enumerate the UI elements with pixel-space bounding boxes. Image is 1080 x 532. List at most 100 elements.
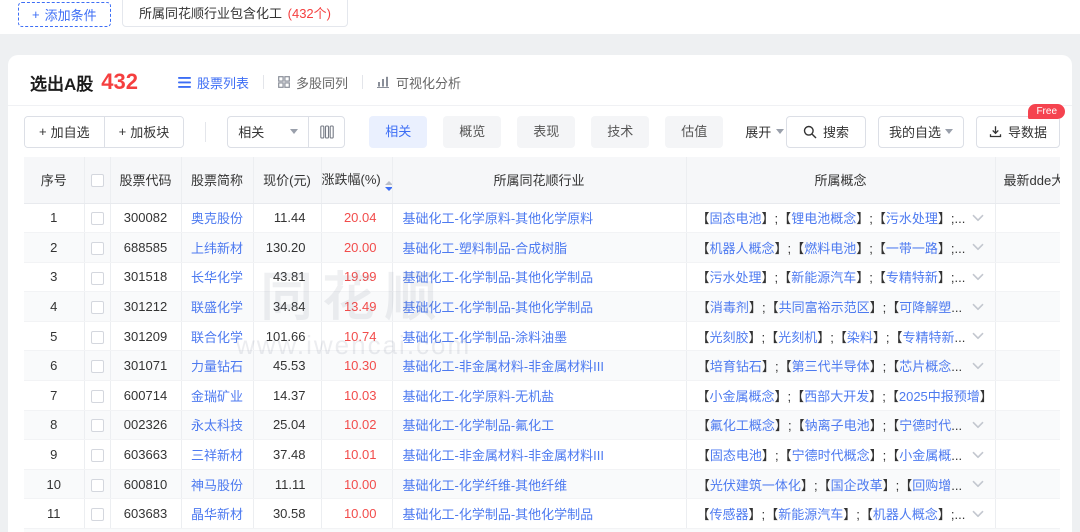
- column-config-button[interactable]: [308, 117, 344, 147]
- concept-link[interactable]: 宁德时代概念: [792, 448, 870, 463]
- tab-表现[interactable]: 表现: [517, 116, 575, 148]
- add-watchlist-button[interactable]: + 加自选: [25, 117, 104, 147]
- my-watchlist-dropdown[interactable]: 我的自选: [878, 116, 964, 148]
- tab-估值[interactable]: 估值: [665, 116, 723, 148]
- concept-link[interactable]: 新能源汽车: [778, 507, 843, 522]
- industry-link[interactable]: 基础化工-非金属材料-非金属材料III: [403, 448, 605, 463]
- concept-link[interactable]: 国企改革: [831, 478, 883, 493]
- industry-link[interactable]: 基础化工-塑料制品-合成树脂: [403, 241, 568, 256]
- industry-link[interactable]: 基础化工-化学原料-其他化学原料: [403, 211, 594, 226]
- condition-tab[interactable]: 所属同花顺行业包含化工 (432个): [122, 0, 348, 27]
- concept-link[interactable]: 可降解塑: [899, 300, 951, 315]
- concept-link[interactable]: 宁德时代: [899, 418, 951, 433]
- tab-技术[interactable]: 技术: [591, 116, 649, 148]
- sort-icon[interactable]: [385, 181, 392, 191]
- concept-link[interactable]: 西部大开发: [804, 389, 869, 404]
- industry-link[interactable]: 基础化工-化学制品-其他化学制品: [403, 270, 594, 285]
- stock-name-link[interactable]: 三祥新材: [191, 448, 243, 463]
- stock-name-link[interactable]: 永太科技: [191, 418, 243, 433]
- view-tab-multi[interactable]: 多股同列: [264, 73, 362, 92]
- stock-name-link[interactable]: 金瑞矿业: [191, 389, 243, 404]
- concept-link[interactable]: 一带一路: [886, 241, 938, 256]
- stock-name-link[interactable]: 奥克股份: [191, 211, 243, 226]
- dde-cell: [995, 321, 1060, 351]
- stock-change: 20.00: [321, 233, 392, 263]
- row-checkbox[interactable]: [91, 331, 104, 344]
- add-condition-button[interactable]: + 添加条件: [18, 2, 111, 27]
- concept-link[interactable]: 光刻胶: [710, 330, 749, 345]
- stock-name-link[interactable]: 联盛化学: [191, 300, 243, 315]
- industry-link[interactable]: 基础化工-化学制品-氟化工: [403, 418, 555, 433]
- chevron-down-icon[interactable]: [972, 244, 984, 251]
- chevron-down-icon[interactable]: [972, 510, 984, 517]
- chevron-down-icon[interactable]: [972, 451, 984, 458]
- concept-link[interactable]: 传感器: [710, 507, 749, 522]
- concept-link[interactable]: 小金属概: [899, 448, 951, 463]
- stock-name-link[interactable]: 力量钻石: [191, 359, 243, 374]
- row-checkbox[interactable]: [91, 272, 104, 285]
- concept-link[interactable]: 氟化工概念: [710, 418, 775, 433]
- stock-name-link[interactable]: 长华化学: [191, 270, 243, 285]
- concept-link[interactable]: 锂电池概念: [791, 211, 856, 226]
- row-checkbox[interactable]: [91, 390, 104, 403]
- chevron-down-icon[interactable]: [972, 303, 984, 310]
- chevron-down-icon[interactable]: [972, 421, 984, 428]
- row-checkbox[interactable]: [91, 449, 104, 462]
- concept-link[interactable]: 光伏建筑一体化: [710, 478, 801, 493]
- chevron-down-icon[interactable]: [972, 480, 984, 487]
- tab-概览[interactable]: 概览: [443, 116, 501, 148]
- industry-link[interactable]: 基础化工-化学纤维-其他纤维: [403, 478, 568, 493]
- row-checkbox[interactable]: [91, 242, 104, 255]
- stock-name-link[interactable]: 上纬新材: [191, 241, 243, 256]
- chevron-down-icon[interactable]: [972, 214, 984, 221]
- chevron-down-icon[interactable]: [972, 273, 984, 280]
- concept-link[interactable]: 专精特新: [886, 270, 938, 285]
- row-checkbox[interactable]: [91, 360, 104, 373]
- row-checkbox[interactable]: [91, 212, 104, 225]
- chevron-down-icon[interactable]: [972, 332, 984, 339]
- field-select-dropdown[interactable]: 相关: [228, 117, 308, 147]
- stock-name-link[interactable]: 晶华新材: [191, 507, 243, 522]
- concept-link[interactable]: 专精特新: [903, 330, 955, 345]
- row-checkbox[interactable]: [91, 301, 104, 314]
- concept-link[interactable]: 培育钻石: [710, 359, 762, 374]
- search-button[interactable]: 搜索: [786, 116, 866, 148]
- row-checkbox[interactable]: [91, 419, 104, 432]
- concept-link[interactable]: 燃料电池: [804, 241, 856, 256]
- chevron-down-icon[interactable]: [972, 362, 984, 369]
- row-checkbox[interactable]: [91, 479, 104, 492]
- industry-link[interactable]: 基础化工-化学原料-无机盐: [403, 389, 555, 404]
- row-checkbox[interactable]: [91, 508, 104, 521]
- concept-link[interactable]: 第三代半导体: [792, 359, 870, 374]
- concept-link[interactable]: 污水处理: [886, 211, 938, 226]
- select-all-checkbox[interactable]: [91, 174, 104, 187]
- stock-name-link[interactable]: 神马股份: [191, 478, 243, 493]
- concept-link[interactable]: 染料: [847, 330, 873, 345]
- view-tab-list[interactable]: 股票列表: [164, 73, 263, 92]
- concept-link[interactable]: 共同富裕示范区: [779, 300, 870, 315]
- concept-link[interactable]: 污水处理: [710, 270, 762, 285]
- industry-link[interactable]: 基础化工-化学制品-其他化学制品: [403, 300, 594, 315]
- concept-link[interactable]: 2025中报预增: [899, 389, 980, 404]
- export-data-button[interactable]: Free 导数据: [976, 116, 1060, 148]
- concept-link[interactable]: 机器人概念: [710, 241, 775, 256]
- concept-link[interactable]: 光刻机: [778, 330, 817, 345]
- view-tab-visual[interactable]: 可视化分析: [363, 73, 475, 92]
- industry-link[interactable]: 基础化工-化学制品-涂料油墨: [403, 330, 568, 345]
- concept-link[interactable]: 芯片概念: [899, 359, 951, 374]
- industry-link[interactable]: 基础化工-化学制品-其他化学制品: [403, 507, 594, 522]
- concept-link[interactable]: 新能源汽车: [791, 270, 856, 285]
- stock-name-link[interactable]: 联合化学: [191, 330, 243, 345]
- concept-link[interactable]: 小金属概念: [710, 389, 775, 404]
- concept-link[interactable]: 固态电池: [710, 448, 762, 463]
- tab-相关[interactable]: 相关: [369, 116, 427, 148]
- add-board-button[interactable]: + 加板块: [104, 117, 184, 147]
- concept-link[interactable]: 消毒剂: [710, 300, 749, 315]
- expand-button[interactable]: 展开: [745, 122, 784, 141]
- industry-link[interactable]: 基础化工-非金属材料-非金属材料III: [403, 359, 605, 374]
- concept-link[interactable]: 回购增: [912, 478, 951, 493]
- concept-link[interactable]: 钠离子电池: [805, 418, 870, 433]
- col-header-chg[interactable]: 涨跌幅(%): [321, 157, 392, 203]
- concept-link[interactable]: 机器人概念: [873, 507, 938, 522]
- concept-link[interactable]: 固态电池: [710, 211, 762, 226]
